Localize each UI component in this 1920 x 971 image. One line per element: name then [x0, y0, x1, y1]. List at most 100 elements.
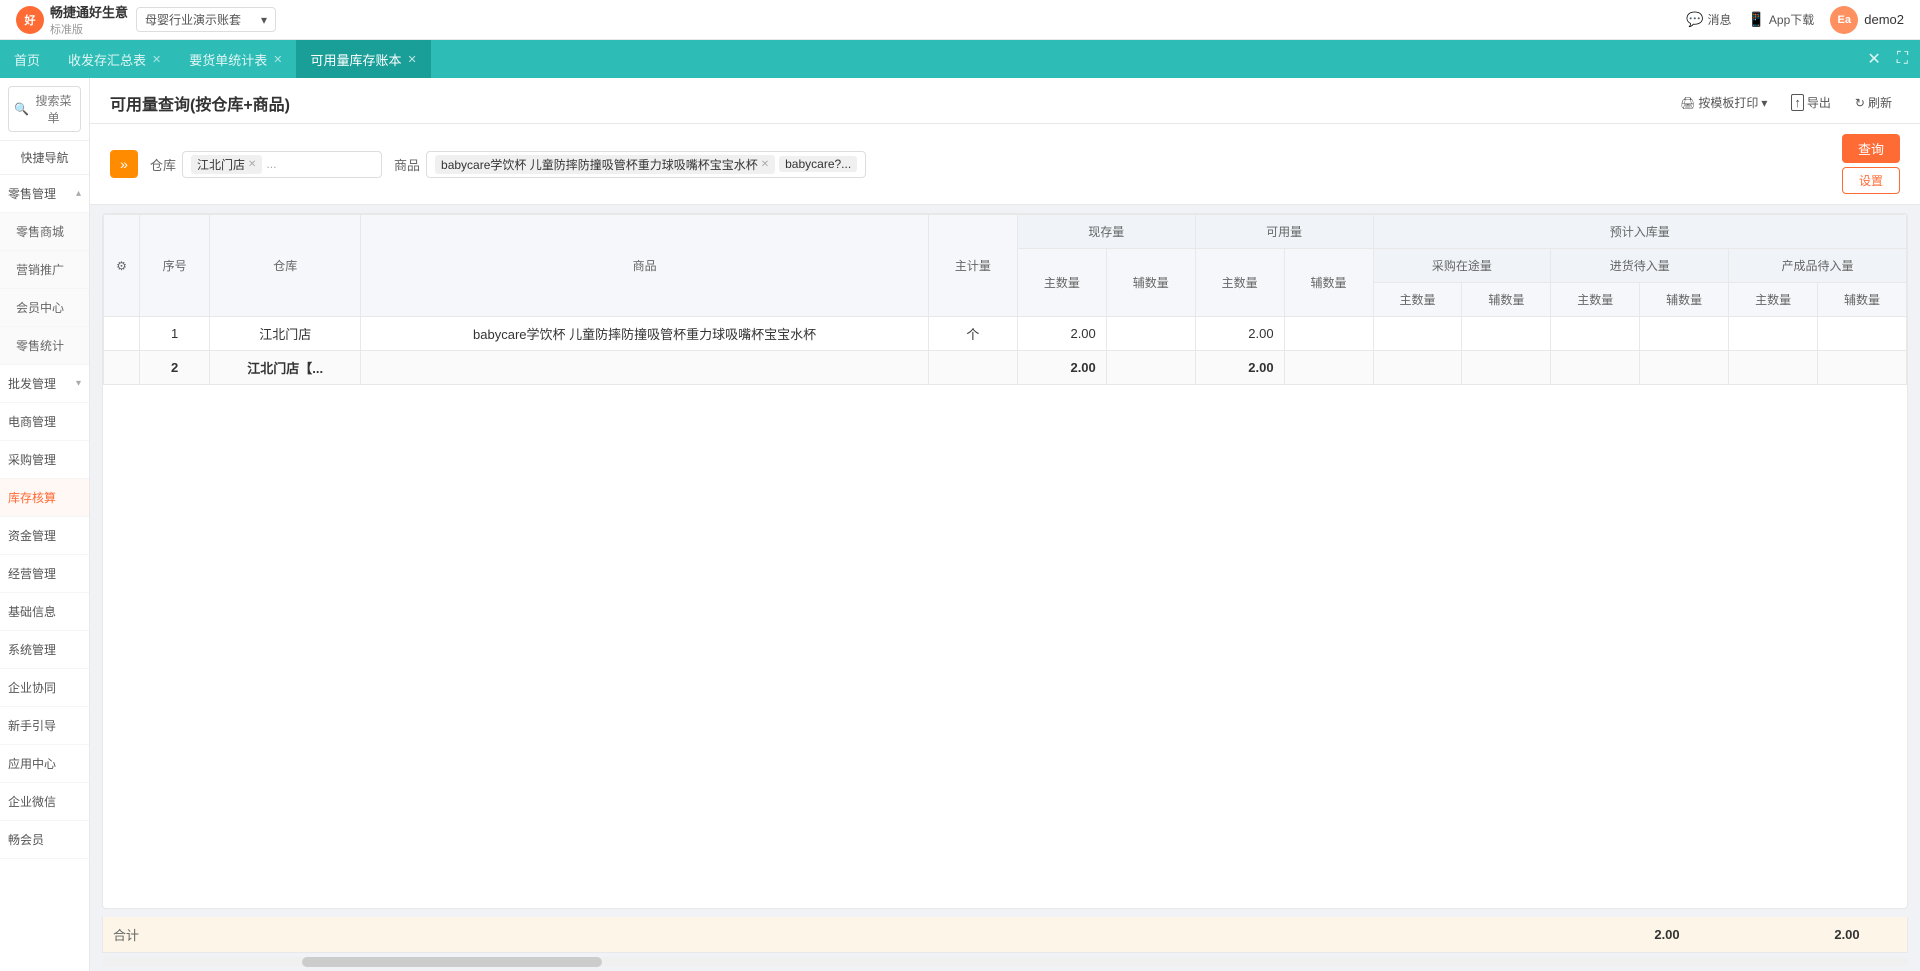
export-label: 导出 [1807, 94, 1831, 111]
sidebar-item-ops[interactable]: 经营管理 [0, 555, 89, 593]
cell-settings-2 [104, 351, 140, 385]
cell-incoming-main-2 [1551, 351, 1640, 385]
sidebar-enterprise-collab-label: 企业协同 [8, 679, 56, 696]
search-menu-label: 搜索菜单 [32, 92, 75, 126]
sidebar-item-marketing[interactable]: 营销推广 [0, 251, 89, 289]
user-name: demo2 [1864, 12, 1904, 27]
chevron-down-icon [261, 13, 267, 27]
gear-icon: ⚙ [116, 259, 127, 273]
cell-pur-transit-main [1373, 317, 1462, 351]
sidebar-ops-label: 经营管理 [8, 565, 56, 582]
sidebar-item-ecom[interactable]: 电商管理 [0, 403, 89, 441]
nav-tabs-actions: ✕ ⛶ [1863, 45, 1920, 73]
sidebar-retail-mall-label: 零售商城 [16, 223, 64, 240]
tab-home[interactable]: 首页 [0, 40, 54, 78]
tab-keyongliang[interactable]: 可用量库存账本 ✕ [296, 40, 430, 78]
filter-toggle-button[interactable] [110, 150, 138, 178]
sidebar-purchase-label: 采购管理 [8, 451, 56, 468]
sidebar-item-retail-mall[interactable]: 零售商城 [0, 213, 89, 251]
sidebar-item-member[interactable]: 会员中心 [0, 289, 89, 327]
th-settings[interactable]: ⚙ [104, 215, 140, 317]
cell-warehouse: 江北门店 [210, 317, 361, 351]
main-layout: 🔍 搜索菜单 快捷导航 零售管理 ▴ 零售商城 营销推广 会员中心 零售统计 批… [0, 78, 1920, 971]
warehouse-filter-input[interactable]: 江北门店 ✕ ... [182, 151, 382, 178]
tab-yaohuo-close[interactable]: ✕ [273, 53, 282, 66]
th-finished-aux: 辅数量 [1818, 283, 1907, 317]
sidebar-item-basic[interactable]: 基础信息 [0, 593, 89, 631]
sidebar-item-system[interactable]: 系统管理 [0, 631, 89, 669]
refresh-label: 刷新 [1868, 94, 1892, 111]
th-warehouse: 仓库 [210, 215, 361, 317]
th-pur-transit-main: 主数量 [1373, 283, 1462, 317]
sidebar-item-wholesale[interactable]: 批发管理 ▾ [0, 365, 89, 403]
cell-avail-aux [1284, 317, 1373, 351]
th-finished: 产成品待入量 [1729, 249, 1907, 283]
sidebar-retail-mgmt-label: 零售管理 [8, 185, 56, 202]
warehouse-filter-group: 仓库 江北门店 ✕ ... [150, 151, 382, 178]
settings-button[interactable]: 设置 [1842, 167, 1900, 194]
sidebar-item-inventory[interactable]: 库存核算 [0, 479, 89, 517]
export-button[interactable]: ↑ 导出 [1783, 90, 1839, 115]
sidebar-basic-label: 基础信息 [8, 603, 56, 620]
sidebar-enterprise-wechat-label: 企业微信 [8, 793, 56, 810]
industry-selector[interactable]: 母婴行业演示账套 [136, 7, 276, 32]
product-tag-2: babycare?... [779, 156, 857, 172]
cell-pur-transit-aux-2 [1462, 351, 1551, 385]
cell-no-2: 2 [140, 351, 210, 385]
sidebar-item-purchase[interactable]: 采购管理 [0, 441, 89, 479]
tab-keyongliang-close[interactable]: ✕ [408, 53, 417, 66]
product-tag-1-close[interactable]: ✕ [761, 159, 769, 170]
warehouse-tag: 江北门店 ✕ [191, 155, 262, 174]
sidebar-item-finance[interactable]: 资金管理 [0, 517, 89, 555]
scrollbar-thumb[interactable] [302, 957, 602, 967]
print-icon: 🖨 [1680, 96, 1695, 110]
message-icon [1686, 11, 1703, 28]
tab-shoufacun-label: 收发存汇总表 [68, 50, 146, 69]
logo-text: 畅捷通好生意 [50, 2, 128, 21]
th-incoming-aux: 辅数量 [1640, 283, 1729, 317]
logo-text-area: 畅捷通好生意 标准版 [50, 2, 128, 37]
sidebar-app-center-label: 应用中心 [8, 755, 56, 772]
message-button[interactable]: 消息 [1686, 11, 1731, 28]
sidebar-item-vip[interactable]: 畅会员 [0, 821, 89, 859]
sidebar-item-retail-mgmt[interactable]: 零售管理 ▴ [0, 175, 89, 213]
query-button[interactable]: 查询 [1842, 134, 1900, 163]
export-icon: ↑ [1791, 94, 1804, 111]
horizontal-scrollbar[interactable] [102, 957, 1908, 967]
sidebar-ecom-label: 电商管理 [8, 413, 56, 430]
warehouse-tag-close[interactable]: ✕ [248, 159, 256, 170]
sidebar-quick-nav[interactable]: 快捷导航 [0, 141, 89, 175]
sidebar-inventory-label: 库存核算 [8, 489, 56, 506]
user-profile[interactable]: Ea demo2 [1830, 6, 1904, 34]
print-label: 按模板打印 [1698, 94, 1758, 111]
refresh-button[interactable]: ↻ 刷新 [1847, 90, 1900, 115]
product-filter-input[interactable]: babycare学饮杯 儿童防摔防撞吸管杯重力球吸嘴杯宝宝水杯 ✕ babyca… [426, 151, 866, 178]
sidebar-item-app-center[interactable]: 应用中心 [0, 745, 89, 783]
tab-close-all-icon[interactable]: ✕ [1863, 45, 1884, 73]
sidebar: 🔍 搜索菜单 快捷导航 零售管理 ▴ 零售商城 营销推广 会员中心 零售统计 批… [0, 78, 90, 971]
warehouse-more-indicator[interactable]: ... [266, 157, 276, 171]
cell-incoming-aux-2 [1640, 351, 1729, 385]
sidebar-item-new-guide[interactable]: 新手引导 [0, 707, 89, 745]
tab-yaohuo[interactable]: 要货单统计表 ✕ [175, 40, 296, 78]
top-bar: 好 畅捷通好生意 标准版 母婴行业演示账套 消息 App下载 Ea demo2 [0, 0, 1920, 40]
tab-shoufacun-close[interactable]: ✕ [152, 53, 161, 66]
tab-shoufacun[interactable]: 收发存汇总表 ✕ [54, 40, 175, 78]
th-no: 序号 [140, 215, 210, 317]
cell-no: 1 [140, 317, 210, 351]
sidebar-item-enterprise-collab[interactable]: 企业协同 [0, 669, 89, 707]
cell-stock-aux [1106, 317, 1195, 351]
industry-label: 母婴行业演示账套 [145, 11, 241, 28]
sidebar-item-enterprise-wechat[interactable]: 企业微信 [0, 783, 89, 821]
cell-finished-aux [1818, 317, 1907, 351]
page-title-row: 可用量查询(按仓库+商品) 🖨 按模板打印 ▾ ↑ 导出 ↻ 刷新 [110, 90, 1900, 123]
message-label: 消息 [1707, 11, 1731, 28]
cell-product-2 [361, 351, 929, 385]
tab-fullscreen-icon[interactable]: ⛶ [1893, 46, 1912, 72]
chevron-up-icon: ▴ [76, 188, 81, 199]
sidebar-item-retail-stats[interactable]: 零售统计 [0, 327, 89, 365]
print-button[interactable]: 🖨 按模板打印 ▾ [1672, 90, 1775, 115]
app-download-button[interactable]: App下载 [1747, 11, 1814, 28]
search-menu-button[interactable]: 🔍 搜索菜单 [8, 86, 81, 132]
logo-icon: 好 [16, 6, 44, 34]
